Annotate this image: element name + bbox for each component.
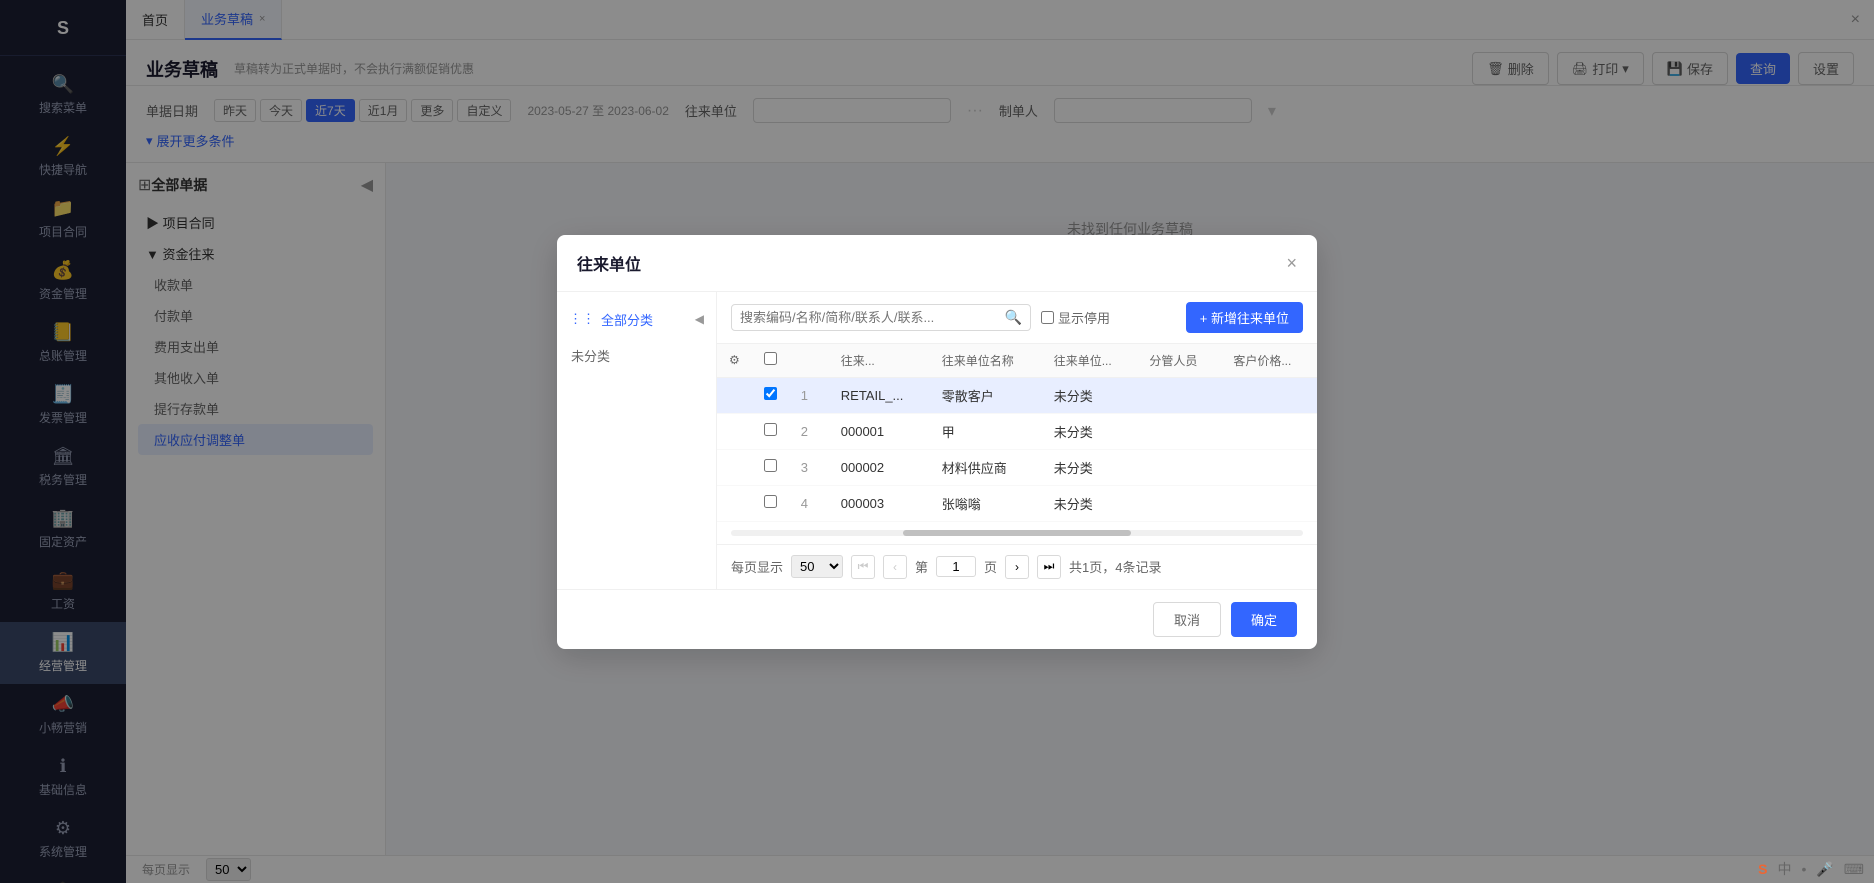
table-row[interactable]: 2 000001 甲 未分类 [717,413,1317,449]
select-all-checkbox[interactable] [764,352,777,365]
table-body: 1 RETAIL_... 零散客户 未分类 2 [717,377,1317,521]
td-settings [717,485,752,521]
th-checkbox [752,344,789,378]
td-code: 000002 [829,449,930,485]
td-checkbox[interactable] [752,485,789,521]
add-partner-button[interactable]: + 新增往来单位 [1186,302,1303,333]
dialog-tree-panel: ⋮⋮ 全部分类 ◀ 未分类 [557,292,717,589]
td-manager [1137,485,1221,521]
td-name: 甲 [930,413,1042,449]
dialog-tree-header[interactable]: ⋮⋮ 全部分类 ◀ [557,304,716,339]
td-checkbox[interactable] [752,413,789,449]
td-name: 张嗡嗡 [930,485,1042,521]
horizontal-scrollbar[interactable] [731,530,1303,536]
td-settings [717,449,752,485]
dialog-title: 往来单位 [577,251,641,275]
tree-uncategorized[interactable]: 未分类 [557,339,716,372]
dialog-footer: 取消 确定 [557,589,1317,649]
last-page-button[interactable]: ⏭ [1037,555,1061,579]
th-num [789,344,829,378]
th-category[interactable]: 往来单位... [1042,344,1138,378]
bottom-right-icons: S 中 • 🎤 ⌨ [1758,855,1874,883]
page-word: 页 [984,557,997,576]
search-icon: 🔍 [1005,309,1022,326]
table-header-row: ⚙ 往来... 往来单位名称 往来单位... 分管人员 客户价格... [717,344,1317,378]
td-num: 1 [789,377,829,413]
cancel-button[interactable]: 取消 [1153,602,1221,637]
dialog-toolbar: 🔍 显示停用 + 新增往来单位 [717,292,1317,344]
row-checkbox[interactable] [764,423,777,436]
td-category: 未分类 [1042,377,1138,413]
th-manager[interactable]: 分管人员 [1137,344,1221,378]
partner-dialog: 往来单位 × ⋮⋮ 全部分类 ◀ 未分类 🔍 [557,235,1317,649]
grid-dots-icon: ⋮⋮ [569,311,595,327]
show-disabled-checkbox[interactable] [1041,311,1054,324]
table-row[interactable]: 3 000002 材料供应商 未分类 [717,449,1317,485]
td-code: 000003 [829,485,930,521]
show-disabled-text: 显示停用 [1058,308,1110,327]
all-categories-label: 全部分类 [601,310,653,329]
show-disabled-label: 显示停用 [1041,308,1110,327]
th-price-level[interactable]: 客户价格... [1221,344,1317,378]
td-num: 2 [789,413,829,449]
s-icon: S [1758,861,1767,877]
page-input[interactable]: 1 [936,556,976,577]
total-records: 共1页，4条记录 [1069,557,1161,576]
td-price [1221,485,1317,521]
search-input[interactable] [740,310,999,325]
td-name: 零散客户 [930,377,1042,413]
table-scrollbar-area [717,522,1317,544]
page-size-label: 每页显示 [731,557,783,576]
th-settings: ⚙ [717,344,752,378]
search-box[interactable]: 🔍 [731,304,1031,331]
prev-page-button[interactable]: ‹ [883,555,907,579]
td-category: 未分类 [1042,413,1138,449]
dialog-close-button[interactable]: × [1286,254,1297,272]
overlay: 往来单位 × ⋮⋮ 全部分类 ◀ 未分类 🔍 [0,0,1874,883]
dialog-pagination: 每页显示 50 20 100 ⏮ ‹ 第 1 页 › ⏭ 共1页，4条记录 [717,544,1317,589]
td-checkbox[interactable] [752,449,789,485]
th-code[interactable]: 往来... [829,344,930,378]
table-row[interactable]: 4 000003 张嗡嗡 未分类 [717,485,1317,521]
td-manager [1137,413,1221,449]
page-jump-label: 第 [915,557,928,576]
keyboard-icon[interactable]: ⌨ [1844,861,1864,878]
scrollbar-thumb[interactable] [903,530,1132,536]
td-manager [1137,377,1221,413]
next-page-button[interactable]: › [1005,555,1029,579]
page-size-select[interactable]: 50 20 100 [791,555,843,578]
partner-table: ⚙ 往来... 往来单位名称 往来单位... 分管人员 客户价格... [717,344,1317,522]
row-checkbox[interactable] [764,495,777,508]
confirm-button[interactable]: 确定 [1231,602,1297,637]
td-num: 3 [789,449,829,485]
mic-icon[interactable]: 🎤 [1816,861,1833,878]
td-settings [717,377,752,413]
td-code: RETAIL_... [829,377,930,413]
td-code: 000001 [829,413,930,449]
dot-icon: • [1801,861,1806,877]
td-category: 未分类 [1042,485,1138,521]
dialog-right: 🔍 显示停用 + 新增往来单位 ⚙ [717,292,1317,589]
chinese-icon: 中 [1777,859,1791,879]
td-manager [1137,449,1221,485]
td-price [1221,377,1317,413]
td-price [1221,413,1317,449]
td-category: 未分类 [1042,449,1138,485]
td-name: 材料供应商 [930,449,1042,485]
td-settings [717,413,752,449]
dialog-header: 往来单位 × [557,235,1317,292]
first-page-button[interactable]: ⏮ [851,555,875,579]
td-price [1221,449,1317,485]
collapse-tree-icon[interactable]: ◀ [695,312,704,326]
row-checkbox[interactable] [764,387,777,400]
table-row[interactable]: 1 RETAIL_... 零散客户 未分类 [717,377,1317,413]
th-name[interactable]: 往来单位名称 [930,344,1042,378]
td-num: 4 [789,485,829,521]
dialog-table: ⚙ 往来... 往来单位名称 往来单位... 分管人员 客户价格... [717,344,1317,522]
dialog-body: ⋮⋮ 全部分类 ◀ 未分类 🔍 显示停用 [557,292,1317,589]
row-checkbox[interactable] [764,459,777,472]
td-checkbox[interactable] [752,377,789,413]
